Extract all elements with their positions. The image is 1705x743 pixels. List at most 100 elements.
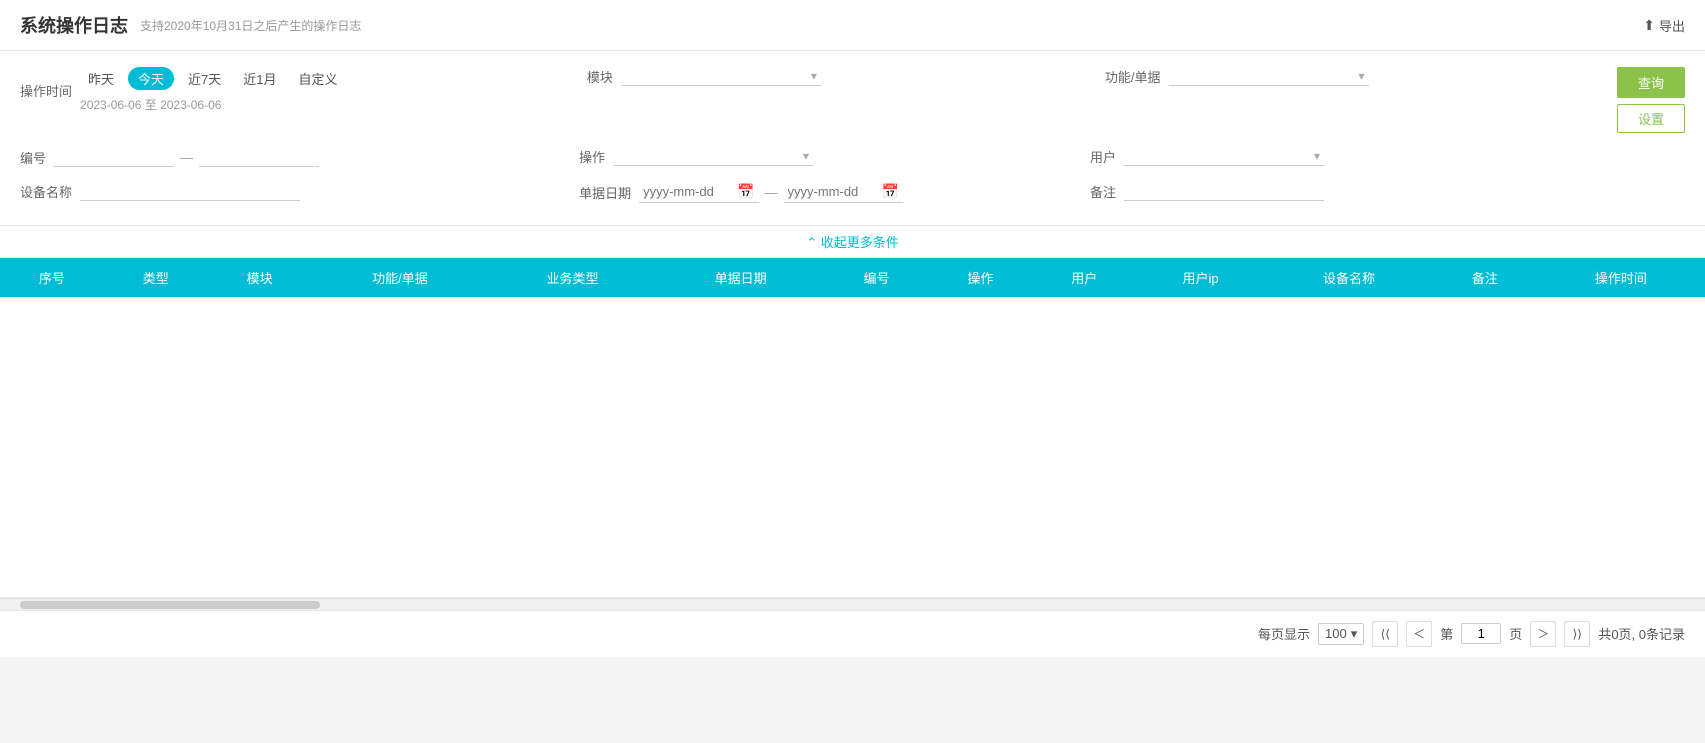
voucher-date-range: 📅 — 📅 [639, 181, 903, 203]
function-select[interactable]: ▾ [1169, 67, 1369, 86]
number-from-input[interactable] [54, 147, 174, 167]
page-first-button[interactable]: ⟨⟨ [1372, 621, 1398, 647]
col-op-time: 操作时间 [1537, 258, 1705, 297]
time-btn-1month[interactable]: 近1月 [235, 67, 284, 90]
export-label: 导出 [1659, 16, 1685, 35]
filter-remark: 备注 [1090, 181, 1571, 201]
col-index: 序号 [0, 258, 104, 297]
operation-content: ▾ [613, 147, 1060, 166]
total-label: 共0页, 0条记录 [1598, 624, 1685, 643]
filter-panel: 操作时间 昨天 今天 近7天 近1月 自定义 2023-06-06 至 2023… [0, 51, 1705, 226]
remark-input[interactable] [1124, 181, 1324, 201]
time-range-text: 2023-06-06 至 2023-06-06 [80, 96, 346, 113]
filter-function: 功能/单据 ▾ [1105, 67, 1593, 86]
operation-chevron-icon: ▾ [803, 149, 809, 163]
col-user-ip: 用户ip [1136, 258, 1265, 297]
date-from-wrap: 📅 [639, 181, 758, 203]
date-to-wrap: 📅 [784, 181, 903, 203]
page-prev-button[interactable]: ＜ [1406, 621, 1432, 647]
calendar-to-icon[interactable]: 📅 [882, 183, 899, 200]
operation-select[interactable]: ▾ [613, 147, 813, 166]
filter-time: 操作时间 昨天 今天 近7天 近1月 自定义 2023-06-06 至 2023… [20, 67, 557, 113]
col-module: 模块 [208, 258, 312, 297]
time-content: 昨天 今天 近7天 近1月 自定义 2023-06-06 至 2023-06-0… [80, 67, 557, 113]
calendar-from-icon[interactable]: 📅 [737, 183, 754, 200]
time-label: 操作时间 [20, 81, 72, 100]
filter-operation: 操作 ▾ [579, 147, 1060, 166]
per-page-arrow-icon: ▾ [1351, 626, 1358, 642]
col-voucher-date: 单据日期 [657, 258, 825, 297]
voucher-date-label: 单据日期 [579, 183, 631, 202]
number-to-input[interactable] [199, 147, 319, 167]
user-content: ▾ [1124, 147, 1571, 166]
voucher-date-to-input[interactable] [788, 184, 878, 199]
table-container: 序号 类型 模块 功能/单据 业务类型 单据日期 编号 操作 用户 用户ip 设… [0, 258, 1705, 598]
filter-number: 编号 — [20, 147, 549, 167]
voucher-date-from-input[interactable] [643, 184, 733, 199]
time-btn-yesterday[interactable]: 昨天 [80, 67, 122, 90]
export-button[interactable]: ⬆ 导出 [1643, 16, 1685, 35]
filter-row-2: 编号 — 操作 ▾ 用户 [20, 147, 1685, 167]
collapse-bar[interactable]: ⌃ 收起更多条件 [0, 226, 1705, 258]
remark-content [1124, 181, 1571, 201]
time-btns: 昨天 今天 近7天 近1月 自定义 [80, 67, 346, 90]
filter-user: 用户 ▾ [1090, 147, 1571, 166]
page-suffix: 页 [1509, 624, 1522, 643]
setting-button[interactable]: 设置 [1617, 104, 1685, 133]
page-header: 系统操作日志 支持2020年10月31日之后产生的操作日志 ⬆ 导出 [0, 0, 1705, 51]
function-chevron-icon: ▾ [1359, 69, 1365, 83]
header-left: 系统操作日志 支持2020年10月31日之后产生的操作日志 [20, 12, 361, 38]
time-filter-group: 昨天 今天 近7天 近1月 自定义 2023-06-06 至 2023-06-0… [80, 67, 346, 113]
page-last-button[interactable]: ⟩⟩ [1564, 621, 1590, 647]
col-operation: 操作 [928, 258, 1032, 297]
horizontal-scrollbar[interactable] [0, 598, 1705, 610]
export-icon: ⬆ [1643, 17, 1655, 34]
time-btn-custom[interactable]: 自定义 [291, 67, 346, 90]
table-header-row: 序号 类型 模块 功能/单据 业务类型 单据日期 编号 操作 用户 用户ip 设… [0, 258, 1705, 297]
filter-row-1: 操作时间 昨天 今天 近7天 近1月 自定义 2023-06-06 至 2023… [20, 67, 1685, 133]
number-label: 编号 [20, 148, 46, 167]
scrollbar-thumb[interactable] [20, 601, 320, 609]
remark-label: 备注 [1090, 182, 1116, 201]
action-buttons: 查询 设置 [1617, 67, 1685, 133]
filter-device: 设备名称 [20, 181, 549, 201]
module-select[interactable]: ▾ [621, 67, 821, 86]
data-table: 序号 类型 模块 功能/单据 业务类型 单据日期 编号 操作 用户 用户ip 设… [0, 258, 1705, 598]
module-label: 模块 [587, 67, 613, 86]
user-chevron-icon: ▾ [1314, 149, 1320, 163]
user-select[interactable]: ▾ [1124, 147, 1324, 166]
device-content [80, 181, 549, 201]
empty-cell [0, 297, 1705, 597]
voucher-date-content: 📅 — 📅 [639, 181, 1060, 203]
col-device: 设备名称 [1265, 258, 1433, 297]
per-page-value: 100 [1325, 626, 1347, 641]
page-number-input[interactable] [1461, 623, 1501, 644]
page-subtitle: 支持2020年10月31日之后产生的操作日志 [140, 17, 361, 34]
page-next-button[interactable]: ＞ [1530, 621, 1556, 647]
module-chevron-icon: ▾ [811, 69, 817, 83]
filter-module: 模块 ▾ [587, 67, 1075, 86]
collapse-icon: ⌃ [806, 235, 817, 250]
col-user: 用户 [1032, 258, 1136, 297]
col-biz-type: 业务类型 [488, 258, 656, 297]
time-btn-7days[interactable]: 近7天 [180, 67, 229, 90]
page-label: 第 [1440, 624, 1453, 643]
col-type: 类型 [104, 258, 208, 297]
filter-row-3: 设备名称 单据日期 📅 — 📅 [20, 181, 1685, 203]
pagination-bar: 每页显示 100 ▾ ⟨⟨ ＜ 第 页 ＞ ⟩⟩ 共0页, 0条记录 [0, 610, 1705, 657]
table-body [0, 297, 1705, 597]
per-page-select[interactable]: 100 ▾ [1318, 623, 1364, 645]
time-btn-today[interactable]: 今天 [128, 67, 174, 90]
col-number: 编号 [825, 258, 929, 297]
query-button[interactable]: 查询 [1617, 67, 1685, 98]
user-label: 用户 [1090, 147, 1116, 166]
voucher-date-sep: — [765, 185, 778, 200]
function-label: 功能/单据 [1105, 67, 1161, 86]
page-title: 系统操作日志 [20, 12, 128, 38]
function-content: ▾ [1169, 67, 1593, 86]
col-function: 功能/单据 [311, 258, 488, 297]
collapse-label: 收起更多条件 [821, 235, 899, 250]
device-input[interactable] [80, 181, 300, 201]
number-content: — [54, 147, 549, 167]
empty-row [0, 297, 1705, 597]
